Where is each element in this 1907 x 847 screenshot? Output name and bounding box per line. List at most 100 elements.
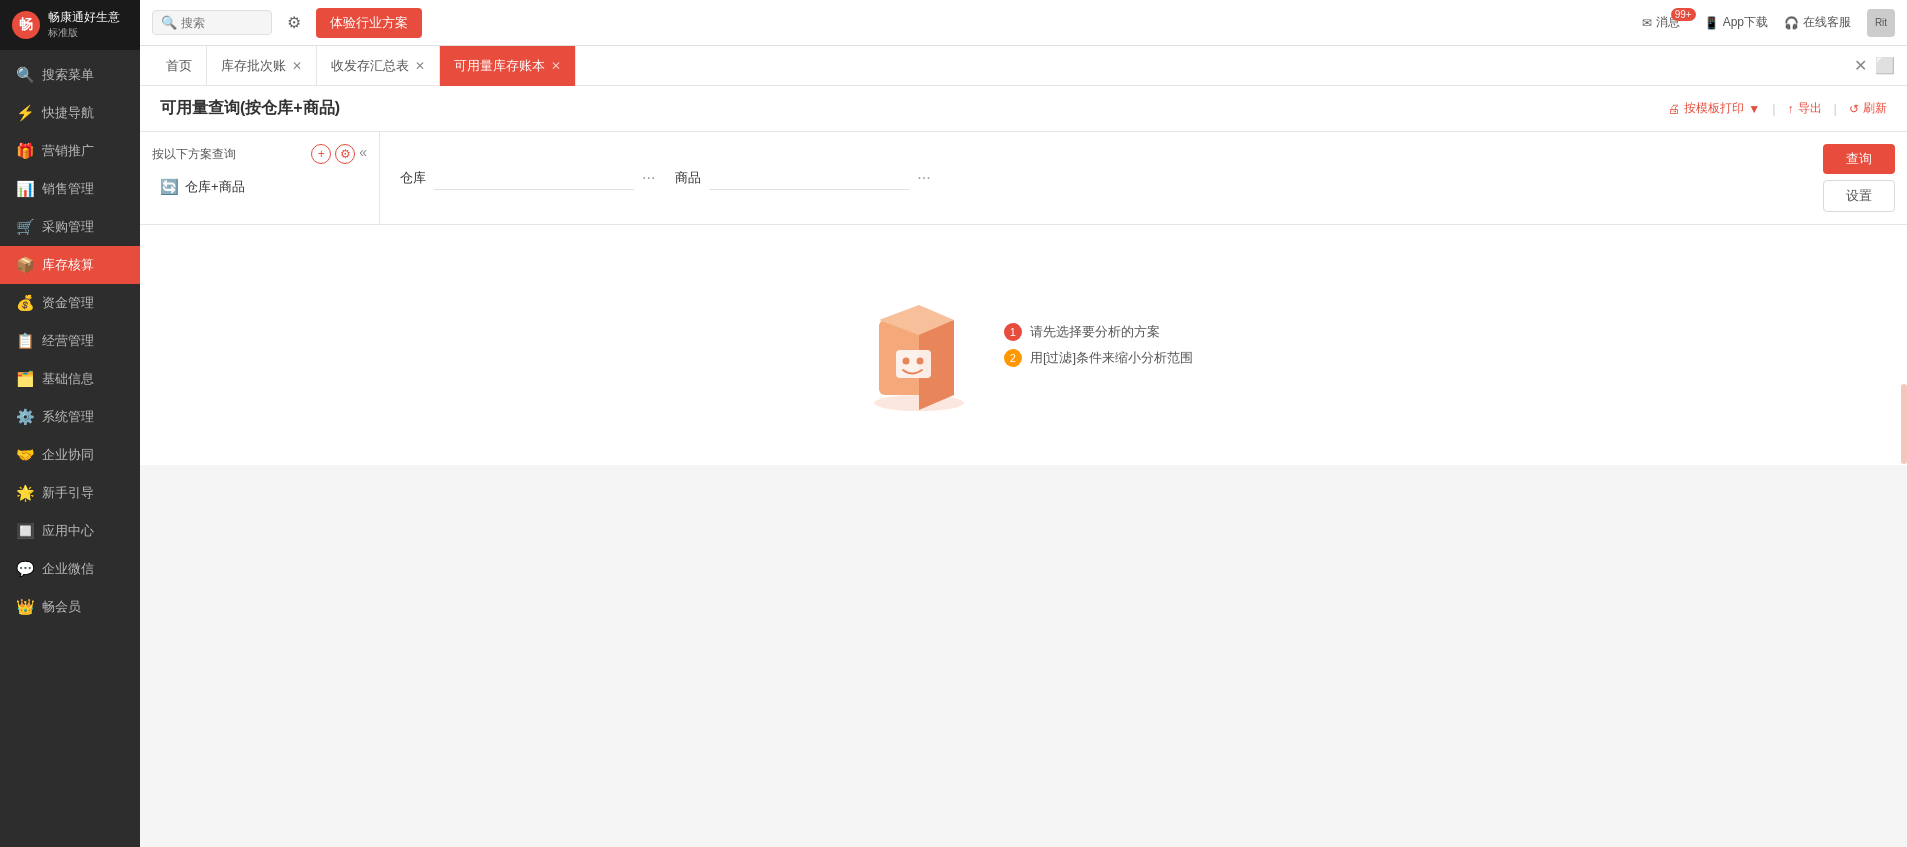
scheme-item-icon: 🔄 [160, 178, 179, 196]
tab-receipt-summary[interactable]: 收发存汇总表 ✕ [317, 46, 440, 86]
sidebar-item-label-app-center: 应用中心 [42, 522, 94, 540]
app-download-button[interactable]: 📱 App下载 [1704, 14, 1768, 31]
sidebar-item-system[interactable]: ⚙️ 系统管理 [0, 398, 140, 436]
empty-state: 1 请先选择要分析的方案 2 用[过滤]条件来缩小分析范围 [140, 225, 1907, 465]
enterprise-collab-icon: 🤝 [16, 446, 34, 464]
sidebar: 畅 畅康通好生意 标准版 🔍 搜索菜单 ⚡ 快捷导航 🎁 营销推广 📊 销售管理… [0, 0, 140, 847]
message-button[interactable]: ✉ 消息 99+ [1642, 14, 1688, 31]
query-section: 按以下方案查询 + ⚙ « 🔄 仓库+商品 仓库 ··· [140, 132, 1907, 225]
sidebar-item-label-enterprise-wechat: 企业微信 [42, 560, 94, 578]
refresh-button[interactable]: ↺ 刷新 [1849, 100, 1887, 117]
query-scheme-header: 按以下方案查询 + ⚙ « [152, 144, 367, 164]
basic-info-icon: 🗂️ [16, 370, 34, 388]
print-template-button[interactable]: 🖨 按模板打印 ▼ [1668, 100, 1760, 117]
sidebar-item-inventory[interactable]: 📦 库存核算 [0, 246, 140, 284]
message-icon: ✉ [1642, 16, 1652, 30]
export-icon: ↑ [1788, 102, 1794, 116]
sidebar-nav: 🔍 搜索菜单 ⚡ 快捷导航 🎁 营销推广 📊 销售管理 🛒 采购管理 📦 库存核… [0, 50, 140, 847]
tab-close-receipt-summary[interactable]: ✕ [415, 59, 425, 73]
collapse-icon[interactable]: « [359, 144, 367, 164]
scheme-actions: + ⚙ « [311, 144, 367, 164]
export-button[interactable]: ↑ 导出 [1788, 100, 1822, 117]
search-icon: 🔍 [16, 66, 34, 84]
chevron-down-icon: ▼ [1748, 102, 1760, 116]
add-scheme-button[interactable]: + [311, 144, 331, 164]
chang-member-icon: 👑 [16, 598, 34, 616]
search-input[interactable] [181, 16, 261, 30]
sidebar-version: 标准版 [48, 26, 120, 40]
main-area: 🔍 ⚙ 体验行业方案 ✉ 消息 99+ 📱 App下载 🎧 在线客服 Rit [140, 0, 1907, 847]
sidebar-logo: 畅 [12, 11, 40, 39]
warehouse-filter-input[interactable] [434, 166, 634, 190]
page-header-actions: 🖨 按模板打印 ▼ | ↑ 导出 | ↺ 刷新 [1668, 100, 1887, 117]
sidebar-item-sales[interactable]: 📊 销售管理 [0, 170, 140, 208]
query-button[interactable]: 查询 [1823, 144, 1895, 174]
sidebar-item-finance[interactable]: 💰 资金管理 [0, 284, 140, 322]
finance-icon: 💰 [16, 294, 34, 312]
sidebar-item-basic-info[interactable]: 🗂️ 基础信息 [0, 360, 140, 398]
tab-label-home: 首页 [166, 57, 192, 75]
product-more-icon[interactable]: ··· [917, 169, 930, 187]
enterprise-wechat-icon: 💬 [16, 560, 34, 578]
refresh-icon: ↺ [1849, 102, 1859, 116]
sidebar-item-search[interactable]: 🔍 搜索菜单 [0, 56, 140, 94]
sidebar-item-label-enterprise-collab: 企业协同 [42, 446, 94, 464]
inventory-icon: 📦 [16, 256, 34, 274]
svg-point-6 [916, 358, 923, 365]
purchase-icon: 🛒 [16, 218, 34, 236]
app-center-icon: 🔲 [16, 522, 34, 540]
tab-close-available-ledger[interactable]: ✕ [551, 59, 561, 73]
marketing-promo-icon: 🎁 [16, 142, 34, 160]
sidebar-item-label-search: 搜索菜单 [42, 66, 94, 84]
edit-scheme-button[interactable]: ⚙ [335, 144, 355, 164]
sidebar-item-label-finance: 资金管理 [42, 294, 94, 312]
operations-icon: 📋 [16, 332, 34, 350]
query-action-buttons: 查询 设置 [1811, 132, 1907, 224]
sidebar-item-label-basic-info: 基础信息 [42, 370, 94, 388]
sidebar-item-label-new-guide: 新手引导 [42, 484, 94, 502]
tab-available-ledger[interactable]: 可用量库存账本✕ [440, 46, 576, 86]
query-filters: 仓库 ··· 商品 ··· [380, 132, 1811, 224]
sidebar-item-chang-member[interactable]: 👑 畅会员 [0, 588, 140, 626]
sidebar-item-operations[interactable]: 📋 经营管理 [0, 322, 140, 360]
warehouse-more-icon[interactable]: ··· [642, 169, 655, 187]
sidebar-item-label-chang-member: 畅会员 [42, 598, 81, 616]
trial-industry-button[interactable]: 体验行业方案 [316, 8, 422, 38]
tab-batch-account[interactable]: 库存批次账✕ [207, 46, 317, 86]
sidebar-item-enterprise-wechat[interactable]: 💬 企业微信 [0, 550, 140, 588]
warehouse-filter-group: 仓库 ··· [400, 166, 655, 190]
close-tab-button[interactable]: ✕ [1854, 56, 1867, 75]
scheme-header-label: 按以下方案查询 [152, 146, 236, 163]
user-profile-button[interactable]: Rit [1867, 9, 1895, 37]
expand-button[interactable]: ⬜ [1875, 56, 1895, 75]
product-filter-input[interactable] [709, 166, 909, 190]
tab-close-batch-account[interactable]: ✕ [292, 59, 302, 73]
settings-button[interactable]: 设置 [1823, 180, 1895, 212]
topbar-search-box[interactable]: 🔍 [152, 10, 272, 35]
tabs-bar: 首页库存批次账✕收发存汇总表✕可用量库存账本✕ ✕ ⬜ [140, 46, 1907, 86]
sidebar-item-label-operations: 经营管理 [42, 332, 94, 350]
sidebar-item-new-guide[interactable]: 🌟 新手引导 [0, 474, 140, 512]
sales-icon: 📊 [16, 180, 34, 198]
svg-point-5 [902, 358, 909, 365]
page-title: 可用量查询(按仓库+商品) [160, 98, 340, 119]
sidebar-item-purchase[interactable]: 🛒 采购管理 [0, 208, 140, 246]
sidebar-item-shortcut[interactable]: ⚡ 快捷导航 [0, 94, 140, 132]
online-service-button[interactable]: 🎧 在线客服 [1784, 14, 1851, 31]
online-service-label: 在线客服 [1803, 14, 1851, 31]
empty-step-1: 1 请先选择要分析的方案 [1004, 323, 1193, 341]
content-area: 可用量查询(按仓库+商品) 🖨 按模板打印 ▼ | ↑ 导出 | ↺ 刷新 [140, 86, 1907, 847]
scheme-item-warehouse-product[interactable]: 🔄 仓库+商品 [152, 172, 367, 202]
sidebar-item-marketing-promo[interactable]: 🎁 营销推广 [0, 132, 140, 170]
topbar: 🔍 ⚙ 体验行业方案 ✉ 消息 99+ 📱 App下载 🎧 在线客服 Rit [140, 0, 1907, 46]
sidebar-header: 畅 畅康通好生意 标准版 [0, 0, 140, 50]
sidebar-item-label-sales: 销售管理 [42, 180, 94, 198]
gear-icon[interactable]: ⚙ [280, 9, 308, 37]
product-filter-label: 商品 [675, 169, 701, 187]
tab-home[interactable]: 首页 [152, 46, 207, 86]
step-2-number: 2 [1004, 349, 1022, 367]
tab-label-receipt-summary: 收发存汇总表 [331, 57, 409, 75]
sidebar-item-enterprise-collab[interactable]: 🤝 企业协同 [0, 436, 140, 474]
message-badge: 99+ [1671, 8, 1696, 21]
sidebar-item-app-center[interactable]: 🔲 应用中心 [0, 512, 140, 550]
